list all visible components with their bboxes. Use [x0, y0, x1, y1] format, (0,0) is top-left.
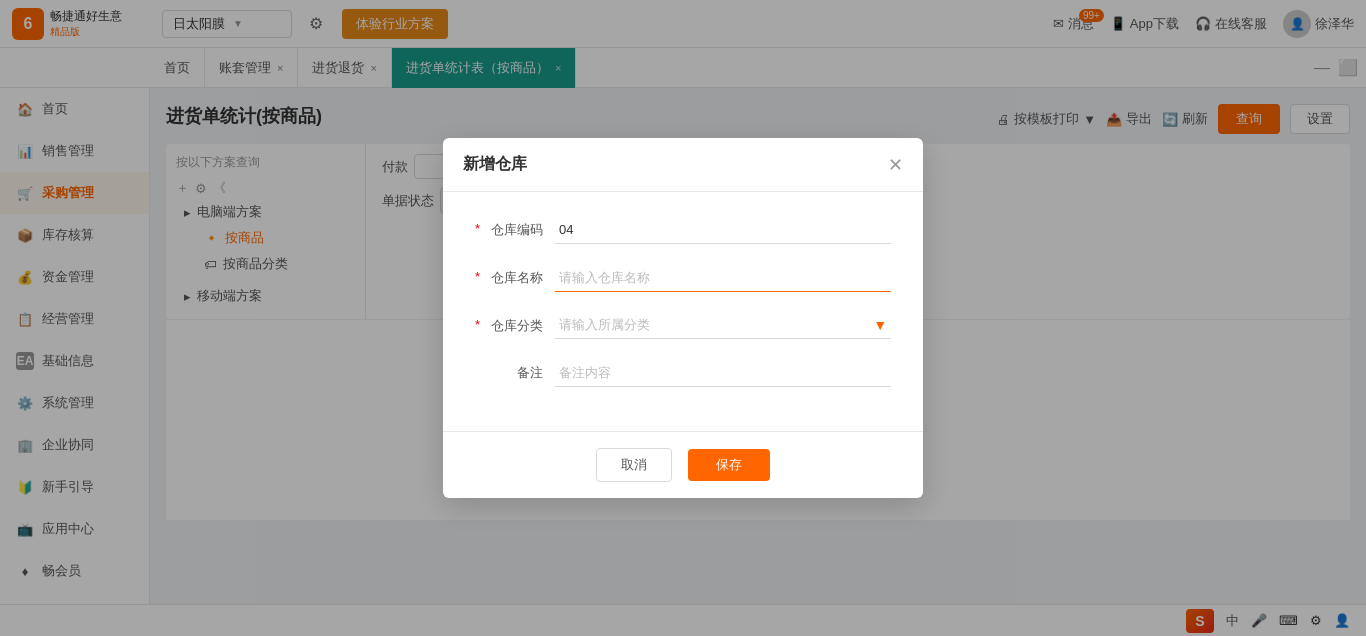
warehouse-category-select[interactable]: 请输入所属分类 ▼ [555, 312, 891, 339]
save-button[interactable]: 保存 [688, 449, 770, 481]
form-row-note: 备注 [475, 359, 891, 387]
modal-footer: 取消 保存 [443, 431, 923, 498]
warehouse-name-input[interactable] [555, 264, 891, 292]
modal-title: 新增仓库 [463, 154, 527, 175]
add-warehouse-modal: 新增仓库 ✕ 仓库编码 仓库名称 仓库分类 请输入所属分类 ▼ [443, 138, 923, 498]
category-label: 仓库分类 [475, 317, 555, 335]
modal-close-button[interactable]: ✕ [888, 156, 903, 174]
cancel-button[interactable]: 取消 [596, 448, 672, 482]
note-label: 备注 [475, 364, 555, 382]
form-row-code: 仓库编码 [475, 216, 891, 244]
form-row-category: 仓库分类 请输入所属分类 ▼ [475, 312, 891, 339]
modal-header: 新增仓库 ✕ [443, 138, 923, 192]
modal-body: 仓库编码 仓库名称 仓库分类 请输入所属分类 ▼ 备注 [443, 192, 923, 431]
category-placeholder: 请输入所属分类 [559, 316, 873, 334]
name-label: 仓库名称 [475, 269, 555, 287]
modal-backdrop: 新增仓库 ✕ 仓库编码 仓库名称 仓库分类 请输入所属分类 ▼ [0, 0, 1366, 636]
category-arrow-icon: ▼ [873, 317, 887, 333]
warehouse-code-input[interactable] [555, 216, 891, 244]
form-row-name: 仓库名称 [475, 264, 891, 292]
code-label: 仓库编码 [475, 221, 555, 239]
warehouse-note-input[interactable] [555, 359, 891, 387]
